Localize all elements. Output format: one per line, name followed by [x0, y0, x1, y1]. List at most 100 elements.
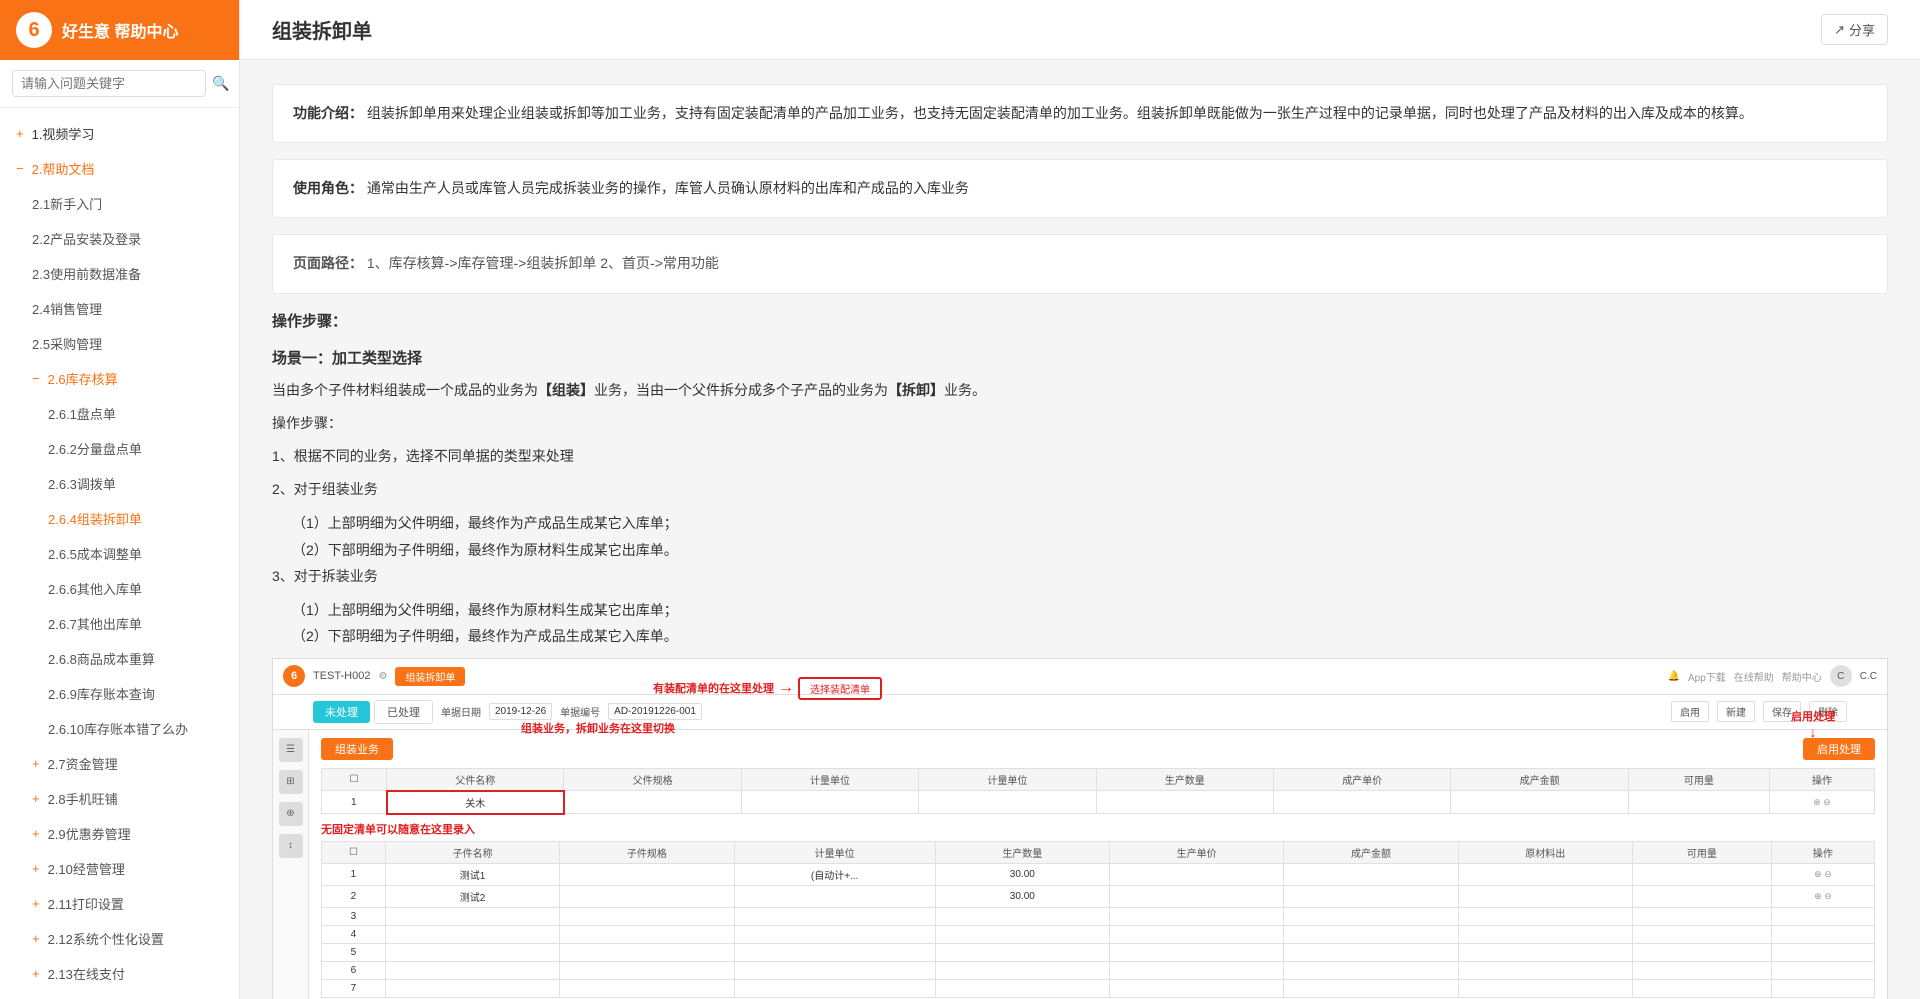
sidebar-item-label: 2.6.3调拨单: [48, 474, 116, 493]
ss-company: TEST-H002: [313, 670, 370, 682]
ss-child-qty1: 30.00: [935, 863, 1109, 885]
sidebar-item-video[interactable]: + 1.视频学习: [0, 116, 239, 151]
ss-col-checkbox: ☐: [322, 768, 387, 791]
app-screenshot: 6 TEST-H002 ⚙ 组装拆卸单 🔔 App下载 在线帮助 帮助中心 C …: [272, 658, 1888, 999]
ss-icon-help: 在线帮助: [1734, 669, 1774, 684]
ss-child-raw1: [1458, 863, 1632, 885]
ss-child-price1: [1109, 863, 1283, 885]
ss-tab-unprocessed[interactable]: 未处理: [313, 701, 370, 723]
plus-icon: +: [32, 966, 40, 981]
ss-annotation3-block: 无固定清单可以随意在这里录入: [321, 821, 1875, 837]
sidebar-item-ops[interactable]: + 2.10经营管理: [0, 851, 239, 886]
table-row: 5: [322, 943, 1875, 961]
ss-empty-cell20: [560, 943, 734, 961]
sidebar-item-other-out[interactable]: 2.6.7其他出库单: [0, 606, 239, 641]
ss-parent-table-body: 1 关木 ⊕ ⊖: [322, 791, 1875, 814]
sidebar-item-label: 2.12系统个性化设置: [48, 929, 164, 948]
brand-name: 好生意 帮助中心: [62, 18, 178, 42]
ss-col-action: 操作: [1769, 768, 1874, 791]
ss-col-child-price: 生产单价: [1109, 841, 1283, 863]
ss-empty-cell14: [1109, 925, 1283, 943]
ss-btn-new[interactable]: 新建: [1717, 701, 1755, 722]
sidebar-item-inventory[interactable]: − 2.6库存核算: [0, 361, 239, 396]
sidebar-item-mobile[interactable]: + 2.8手机旺铺: [0, 781, 239, 816]
ss-empty-cell2: [560, 907, 734, 925]
sidebar-item-cost-adjust[interactable]: 2.6.5成本调整单: [0, 536, 239, 571]
sidebar-item-adjust[interactable]: 2.6.3调拨单: [0, 466, 239, 501]
ss-empty-cell7: [1458, 907, 1632, 925]
table-row: 2 测试2 30.00 ⊕ ⊖: [322, 885, 1875, 907]
ss-process-btn[interactable]: 启用处理: [1803, 738, 1875, 760]
sidebar-item-assemble[interactable]: 2.6.4组装拆卸单: [0, 501, 239, 536]
sidebar-item-sales[interactable]: 2.4销售管理: [0, 291, 239, 326]
ss-btn-enable[interactable]: 启用: [1671, 701, 1709, 722]
ss-col-unit1: 计量单位: [734, 841, 935, 863]
ss-col-no: ☐: [322, 841, 386, 863]
ss-cell-action: ⊕ ⊖: [1769, 791, 1874, 814]
ss-child-action1: ⊕ ⊖: [1771, 863, 1874, 885]
sidebar-item-label: 2.6.9库存账本查询: [48, 684, 155, 703]
ss-orange-nav-btn[interactable]: 组装拆卸单: [395, 667, 465, 686]
ss-child-price2: [1109, 885, 1283, 907]
ss-empty-row7: 7: [322, 979, 386, 997]
ss-date-label: 单据日期: [441, 704, 481, 719]
search-box: 🔍: [0, 60, 239, 108]
table-row: 1 测试1 (自动计+... 30.00 ⊕ ⊖: [322, 863, 1875, 885]
scenario1-desc: 当由多个子件材料组装成一个成品的业务为【组装】业务，当由一个父件拆分成多个子产品…: [272, 378, 1888, 403]
ss-sidebar-icon3: ⊕: [279, 802, 303, 826]
sidebar-item-finance[interactable]: + 2.7资金管理: [0, 746, 239, 781]
sidebar-item-label: 2.6.7其他出库单: [48, 614, 142, 633]
ss-col-child-spec: 子件规格: [560, 841, 734, 863]
ss-empty-cell31: [935, 961, 1109, 979]
search-input[interactable]: [12, 70, 206, 97]
ss-child-qty2: 30.00: [935, 885, 1109, 907]
ss-empty-cell12: [734, 925, 935, 943]
sidebar-item-label: 2.13在线支付: [48, 964, 125, 983]
sidebar-item-batch-count[interactable]: 2.6.2分量盘点单: [0, 431, 239, 466]
logo-icon: 6: [16, 12, 52, 48]
sidebar-item-label: 2.8手机旺铺: [48, 789, 118, 808]
intro-text: 组装拆卸单用来处理企业组装或拆卸等加工业务，支持有固定装配清单的产品加工业务，也…: [367, 105, 1753, 121]
step2-sub: （1）上部明细为父件明细，最终作为产成品生成某它入库单； （2）下部明细为子件明…: [272, 510, 1888, 563]
share-button[interactable]: ↗ 分享: [1821, 14, 1888, 45]
ss-tab-processed[interactable]: 已处理: [374, 700, 433, 724]
sidebar-item-other-in[interactable]: 2.6.6其他入库单: [0, 571, 239, 606]
ss-empty-cell9: [1771, 907, 1874, 925]
path-box: 页面路径： 1、库存核算->库存管理->组装拆卸单 2、首页->常用功能: [272, 234, 1888, 293]
sidebar-item-purchase[interactable]: 2.5采购管理: [0, 326, 239, 361]
ss-empty-cell43: [1458, 979, 1632, 997]
ss-empty-row6: 6: [322, 961, 386, 979]
ss-empty-cell34: [1458, 961, 1632, 979]
sidebar-item-newbie[interactable]: 2.1新手入门: [0, 186, 239, 221]
path-label: 页面路径：: [293, 255, 363, 271]
sidebar-item-coupon[interactable]: + 2.9优惠券管理: [0, 816, 239, 851]
table-row: 4: [322, 925, 1875, 943]
ss-process-arrow: ↓: [1810, 724, 1817, 740]
sidebar-item-label: 2.6.2分量盘点单: [48, 439, 142, 458]
sidebar-item-stock-check[interactable]: 2.6.9库存账本查询: [0, 676, 239, 711]
ss-empty-cell38: [560, 979, 734, 997]
sidebar-item-payment[interactable]: + 2.13在线支付: [0, 956, 239, 991]
ss-type-btn[interactable]: 组装业务: [321, 738, 393, 760]
sidebar-item-product-cost[interactable]: 2.6.8商品成本重算: [0, 641, 239, 676]
sidebar-item-label: 2.6库存核算: [48, 369, 118, 388]
sidebar-item-install[interactable]: 2.2产品安装及登录: [0, 221, 239, 256]
step2-sub2: （2）下部明细为子件明细，最终作为原材料生成某它出库单。: [292, 537, 1888, 564]
ss-action-icon[interactable]: ⊕ ⊖: [1813, 797, 1831, 807]
sidebar-item-help-doc[interactable]: − 2.帮助文档: [0, 151, 239, 186]
ss-icon-sidebar: ☰ ⊞ ⊕ ↕: [273, 730, 309, 999]
ss-child-action-icon1[interactable]: ⊕ ⊖: [1814, 869, 1832, 879]
ss-cell-parent-spec: [564, 791, 741, 814]
sidebar-item-data-prep[interactable]: 2.3使用前数据准备: [0, 256, 239, 291]
ss-child-action-icon2[interactable]: ⊕ ⊖: [1814, 891, 1832, 901]
ss-empty-cell22: [935, 943, 1109, 961]
sidebar-item-stock-count[interactable]: 2.6.1盘点单: [0, 396, 239, 431]
ss-annotation3: 无固定清单可以随意在这里录入: [321, 821, 475, 837]
sidebar-item-personalize[interactable]: + 2.12系统个性化设置: [0, 921, 239, 956]
sidebar-item-faq[interactable]: + 2.14常见问题: [0, 991, 239, 999]
search-icon[interactable]: 🔍: [212, 75, 229, 92]
ss-sidebar-icon1: ☰: [279, 738, 303, 762]
sidebar-item-error[interactable]: 2.6.10库存账本错了么办: [0, 711, 239, 746]
sidebar-item-print[interactable]: + 2.11打印设置: [0, 886, 239, 921]
ss-child-unit2: [734, 885, 935, 907]
